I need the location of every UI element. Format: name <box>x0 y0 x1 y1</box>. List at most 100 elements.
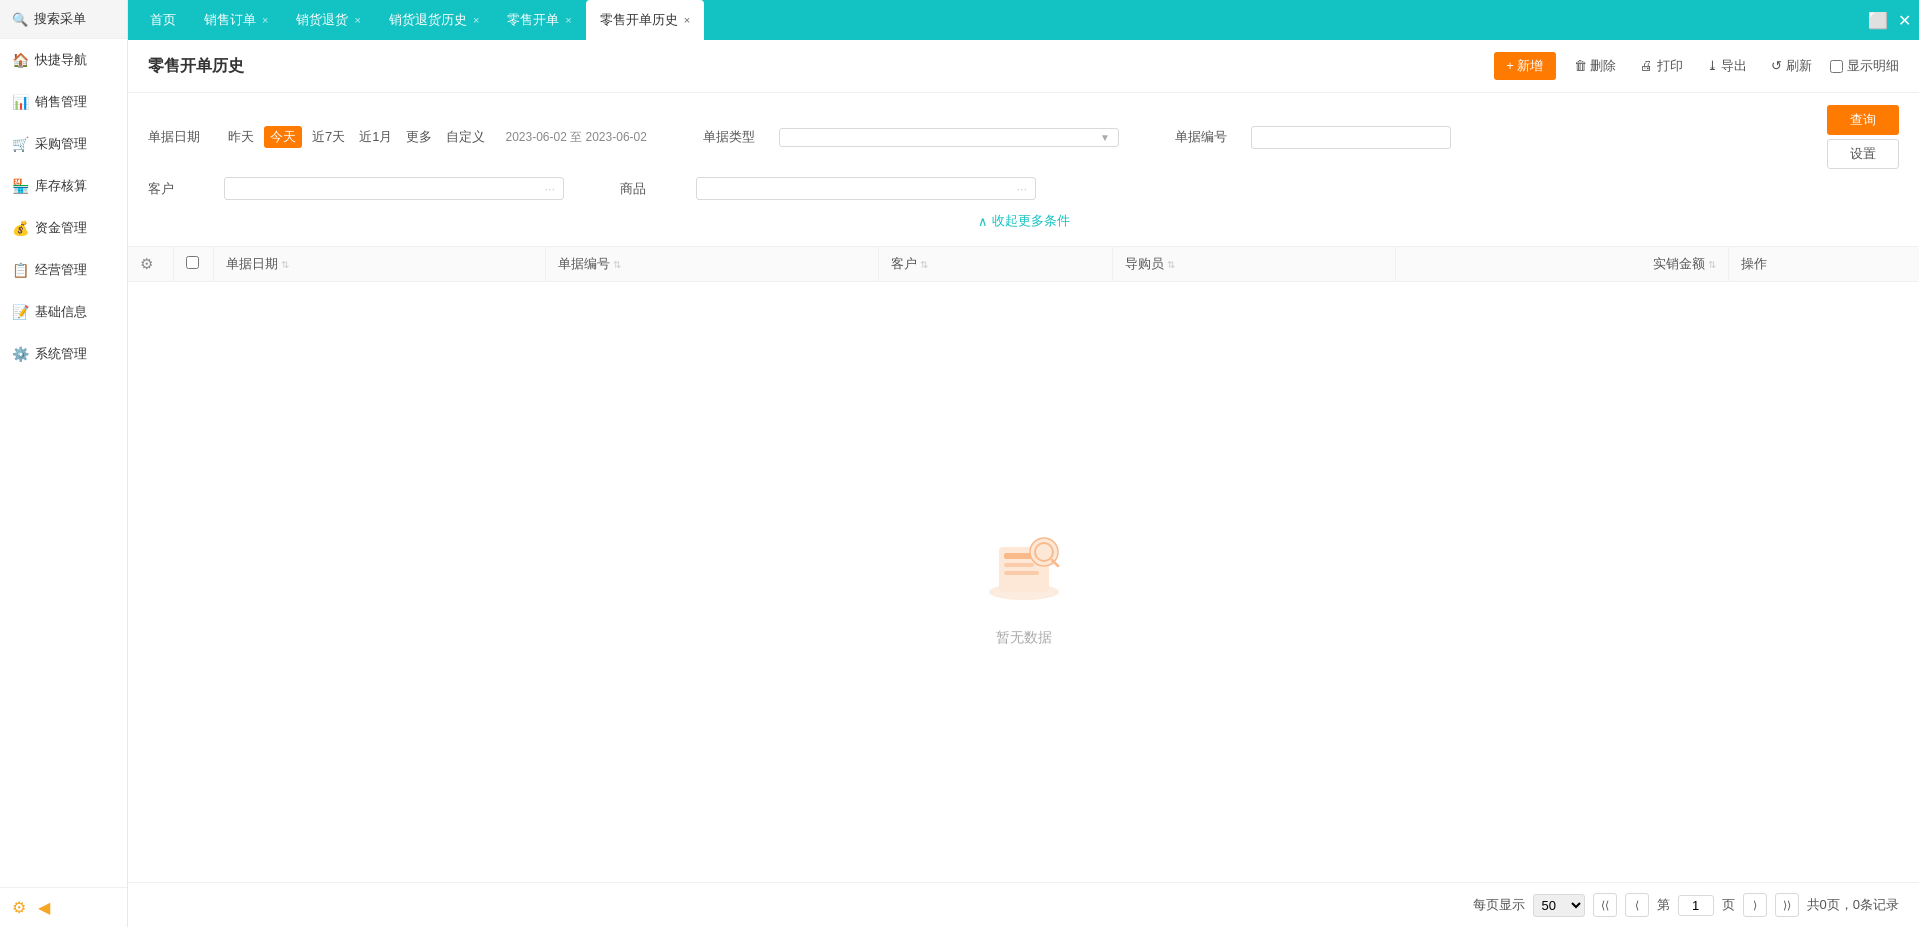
date-sort-icon[interactable]: ⇅ <box>281 259 289 270</box>
tab-retail-open-history[interactable]: 零售开单历史 × <box>586 0 704 40</box>
th-date-label: 单据日期 <box>226 255 278 273</box>
sidebar-item-label: 基础信息 <box>35 303 87 321</box>
collapse-arrow-icon: ∧ <box>978 214 988 229</box>
tab-home-label: 首页 <box>150 11 176 29</box>
customer-filter-text[interactable] <box>233 181 544 196</box>
th-amount-label: 实销金额 <box>1653 255 1705 273</box>
tab-retail-open[interactable]: 零售开单 × <box>493 0 585 40</box>
tab-sales-return-history-close[interactable]: × <box>473 14 479 26</box>
th-number-label: 单据编号 <box>558 255 610 273</box>
filter-collapse-btn[interactable]: ∧ 收起更多条件 <box>148 208 1899 234</box>
goods-filter-input[interactable]: ··· <box>696 177 1036 200</box>
page-number-input[interactable]: 1 <box>1678 895 1714 916</box>
tab-bar-right: ⬜ ✕ <box>1868 11 1911 30</box>
show-detail-checkbox-label[interactable]: 显示明细 <box>1830 57 1899 75</box>
ops-icon: 📋 <box>12 262 29 278</box>
bottom-collapse-icon[interactable]: ◀ <box>38 898 50 917</box>
sidebar-item-sales-mgmt[interactable]: 📊 销售管理 <box>0 81 127 123</box>
content-area: 零售开单历史 + 新增 🗑 删除 🖨 打印 ⤓ 导出 ↺ 刷新 显示明细 单据日… <box>128 40 1919 927</box>
query-button[interactable]: 查询 <box>1827 105 1899 135</box>
page-suffix-label: 页 <box>1722 896 1735 914</box>
sidebar-item-label: 快捷导航 <box>35 51 87 69</box>
add-button[interactable]: + 新增 <box>1494 52 1555 80</box>
sidebar-item-basic-info[interactable]: 📝 基础信息 <box>0 291 127 333</box>
date-yesterday-btn[interactable]: 昨天 <box>224 126 258 148</box>
export-button[interactable]: ⤓ 导出 <box>1701 53 1754 79</box>
tab-home[interactable]: 首页 <box>136 0 190 40</box>
tab-retail-open-history-label: 零售开单历史 <box>600 11 678 29</box>
select-all-checkbox[interactable] <box>186 256 199 269</box>
sidebar-item-label: 资金管理 <box>35 219 87 237</box>
table-header-row: ⚙ 单据日期 ⇅ <box>128 247 1919 282</box>
page-first-btn[interactable]: ⟨⟨ <box>1593 893 1617 917</box>
amount-sort-icon[interactable]: ⇅ <box>1708 259 1716 270</box>
date-today-btn[interactable]: 今天 <box>264 126 302 148</box>
th-guide-label: 导购员 <box>1125 255 1164 273</box>
data-table: ⚙ 单据日期 ⇅ <box>128 247 1919 282</box>
tab-sales-order[interactable]: 销售订单 × <box>190 0 282 40</box>
search-icon: 🔍 <box>12 12 28 27</box>
page-prev-btn[interactable]: ⟨ <box>1625 893 1649 917</box>
date-1month-btn[interactable]: 近1月 <box>355 126 396 148</box>
tab-sales-return-history[interactable]: 销货退货历史 × <box>375 0 493 40</box>
print-button[interactable]: 🖨 打印 <box>1634 53 1689 79</box>
cart-icon: 🛒 <box>12 136 29 152</box>
page-last-btn[interactable]: ⟩⟩ <box>1775 893 1799 917</box>
sidebar-item-inventory[interactable]: 🏪 库存核算 <box>0 165 127 207</box>
type-filter-select[interactable]: ▼ <box>779 128 1119 147</box>
tab-retail-open-history-close[interactable]: × <box>684 14 690 26</box>
th-action: 操作 <box>1728 247 1919 282</box>
sidebar-item-ops-mgmt[interactable]: 📋 经营管理 <box>0 249 127 291</box>
page-header: 零售开单历史 + 新增 🗑 删除 🖨 打印 ⤓ 导出 ↺ 刷新 显示明细 <box>128 40 1919 93</box>
tab-sales-return-close[interactable]: × <box>354 14 360 26</box>
refresh-button[interactable]: ↺ 刷新 <box>1765 53 1818 79</box>
sidebar-item-purchase-mgmt[interactable]: 🛒 采购管理 <box>0 123 127 165</box>
sidebar-item-quick-nav[interactable]: 🏠 快捷导航 <box>0 39 127 81</box>
th-guide: 导购员 ⇅ <box>1113 247 1396 282</box>
bottom-settings-icon[interactable]: ⚙ <box>12 898 26 917</box>
guide-sort-icon[interactable]: ⇅ <box>1167 259 1175 270</box>
show-detail-label: 显示明细 <box>1847 57 1899 75</box>
tab-sales-return[interactable]: 销货退货 × <box>282 0 374 40</box>
sidebar-item-finance-mgmt[interactable]: 💰 资金管理 <box>0 207 127 249</box>
page-next-btn[interactable]: ⟩ <box>1743 893 1767 917</box>
column-settings-icon[interactable]: ⚙ <box>140 255 153 272</box>
tab-bar: 首页 销售订单 × 销货退货 × 销货退货历史 × 零售开单 × 零售开单历史 … <box>128 0 1919 40</box>
settings-button[interactable]: 设置 <box>1827 139 1899 169</box>
empty-text: 暂无数据 <box>996 629 1052 647</box>
show-detail-checkbox[interactable] <box>1830 60 1843 73</box>
chart-icon: 📊 <box>12 94 29 110</box>
tab-close-all-icon[interactable]: ✕ <box>1898 11 1911 30</box>
th-checkbox <box>174 247 214 282</box>
sidebar-item-sys-mgmt[interactable]: ⚙️ 系统管理 <box>0 333 127 375</box>
number-sort-icon[interactable]: ⇅ <box>613 259 621 270</box>
filter-date-options: 昨天 今天 近7天 近1月 更多 自定义 <box>224 126 489 148</box>
page-size-select[interactable]: 50 20 100 <box>1533 894 1585 917</box>
customer-filter-input[interactable]: ··· <box>224 177 564 200</box>
tab-sales-order-close[interactable]: × <box>262 14 268 26</box>
sidebar-bottom: ⚙ ◀ <box>0 887 127 927</box>
filter-row-1: 单据日期 昨天 今天 近7天 近1月 更多 自定义 2023-06-02 至 2… <box>148 105 1899 169</box>
type-filter-label: 单据类型 <box>703 128 763 146</box>
sidebar-search[interactable]: 🔍 搜索采单 <box>0 0 127 39</box>
settings-icon: ⚙️ <box>12 346 29 362</box>
th-number: 单据编号 ⇅ <box>546 247 878 282</box>
doc-icon: 📝 <box>12 304 29 320</box>
filter-area: 单据日期 昨天 今天 近7天 近1月 更多 自定义 2023-06-02 至 2… <box>128 93 1919 247</box>
goods-filter-text[interactable] <box>705 181 1016 196</box>
customer-sort-icon[interactable]: ⇅ <box>920 259 928 270</box>
date-7days-btn[interactable]: 近7天 <box>308 126 349 148</box>
tab-restore-icon[interactable]: ⬜ <box>1868 11 1888 30</box>
sidebar-item-label: 经营管理 <box>35 261 87 279</box>
delete-button[interactable]: 🗑 删除 <box>1568 53 1623 79</box>
svg-rect-3 <box>1004 563 1034 567</box>
store-icon: 🏪 <box>12 178 29 194</box>
number-filter-input[interactable] <box>1251 126 1451 149</box>
goods-filter-label: 商品 <box>620 180 680 198</box>
date-custom-btn[interactable]: 自定义 <box>442 126 489 148</box>
number-filter-label: 单据编号 <box>1175 128 1235 146</box>
toolbar: + 新增 🗑 删除 🖨 打印 ⤓ 导出 ↺ 刷新 显示明细 <box>1494 52 1899 80</box>
tab-retail-open-label: 零售开单 <box>507 11 559 29</box>
tab-retail-open-close[interactable]: × <box>565 14 571 26</box>
date-more-btn[interactable]: 更多 <box>402 126 436 148</box>
